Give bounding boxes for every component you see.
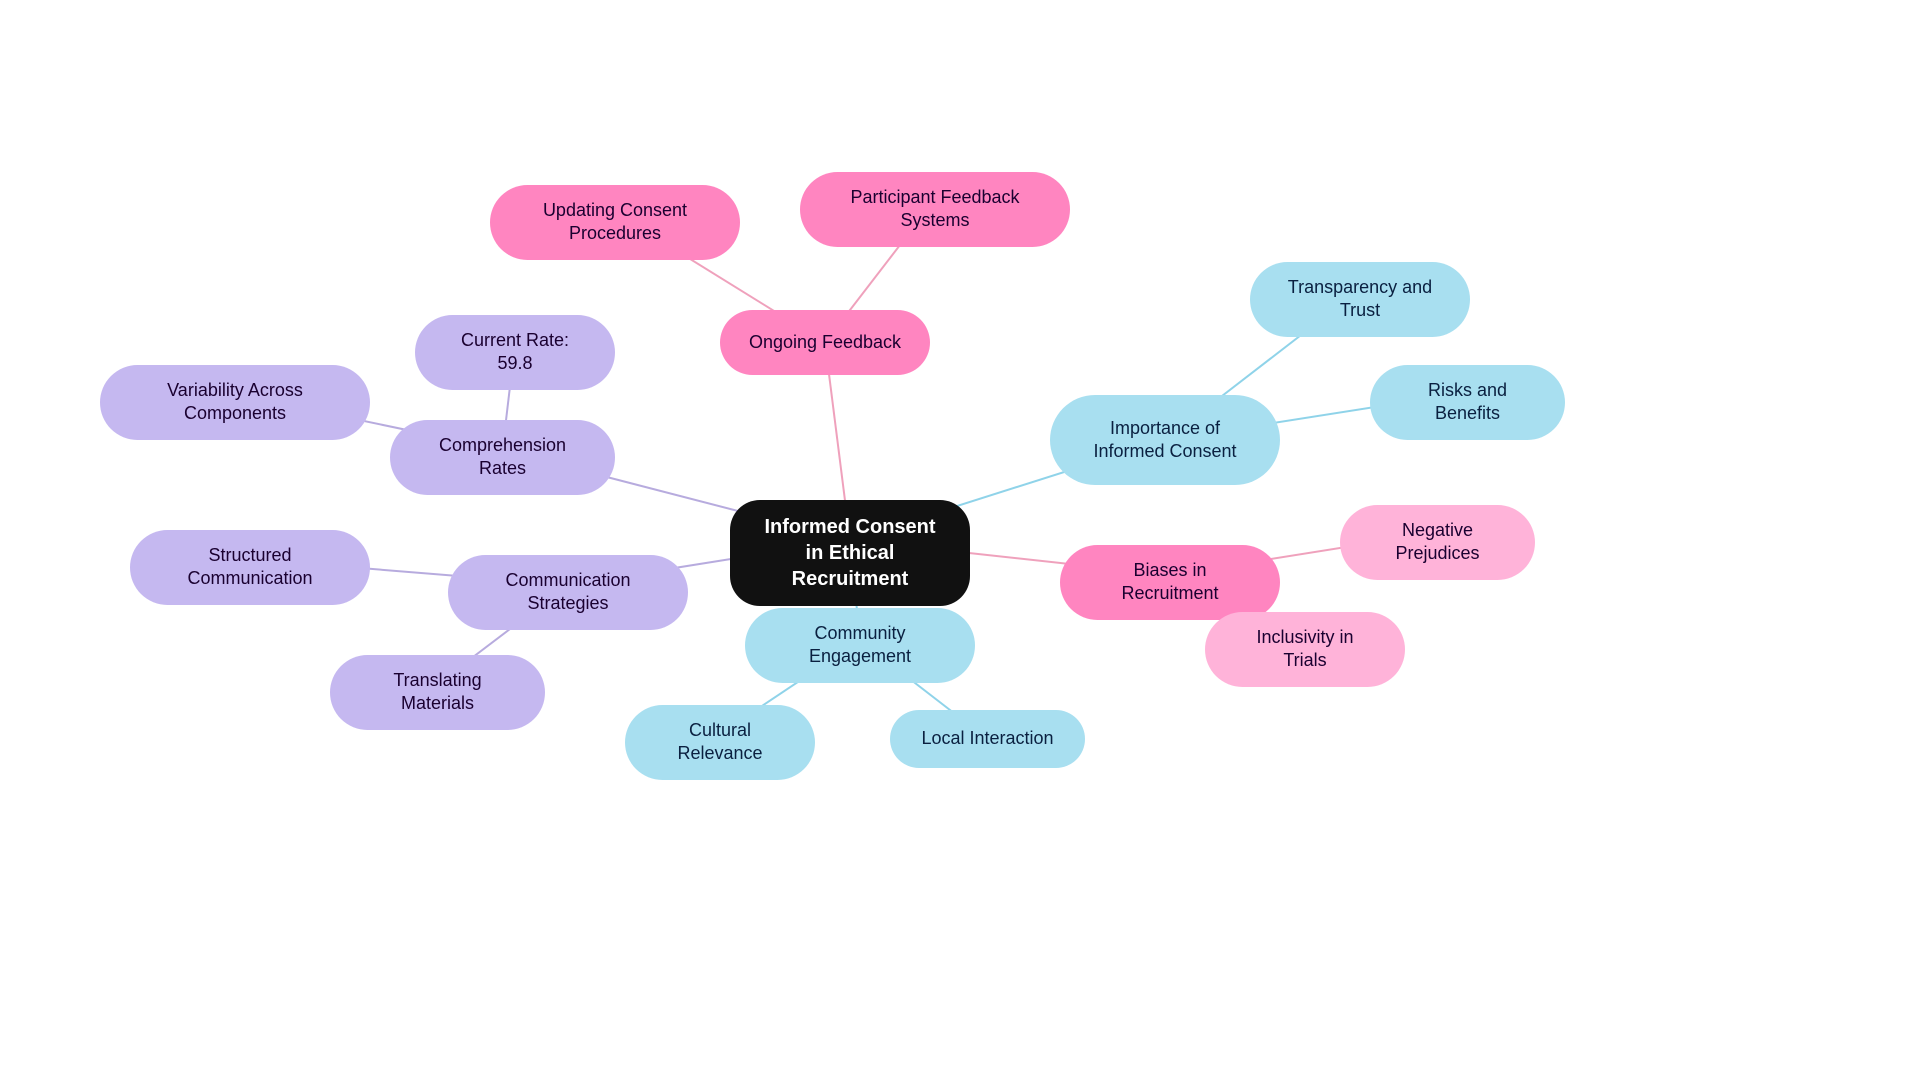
node-current_rate: Current Rate: 59.8 — [415, 315, 615, 390]
node-risks_benefits: Risks and Benefits — [1370, 365, 1565, 440]
node-translating_materials: Translating Materials — [330, 655, 545, 730]
node-structured_communication: Structured Communication — [130, 530, 370, 605]
node-transparency_trust: Transparency and Trust — [1250, 262, 1470, 337]
node-negative_prejudices: Negative Prejudices — [1340, 505, 1535, 580]
node-biases_recruitment: Biases in Recruitment — [1060, 545, 1280, 620]
node-importance_informed_consent: Importance of Informed Consent — [1050, 395, 1280, 485]
node-participant_feedback: Participant Feedback Systems — [800, 172, 1070, 247]
node-center: Informed Consent in Ethical Recruitment — [730, 500, 970, 606]
node-comprehension_rates: Comprehension Rates — [390, 420, 615, 495]
mindmap-container: Informed Consent in Ethical Recruitment O… — [0, 0, 1920, 1083]
node-cultural_relevance: Cultural Relevance — [625, 705, 815, 780]
node-local_interaction: Local Interaction — [890, 710, 1085, 768]
node-variability_components: Variability Across Components — [100, 365, 370, 440]
node-communication_strategies: Communication Strategies — [448, 555, 688, 630]
node-ongoing_feedback: Ongoing Feedback — [720, 310, 930, 375]
node-updating_consent: Updating Consent Procedures — [490, 185, 740, 260]
node-community_engagement: Community Engagement — [745, 608, 975, 683]
node-inclusivity_trials: Inclusivity in Trials — [1205, 612, 1405, 687]
